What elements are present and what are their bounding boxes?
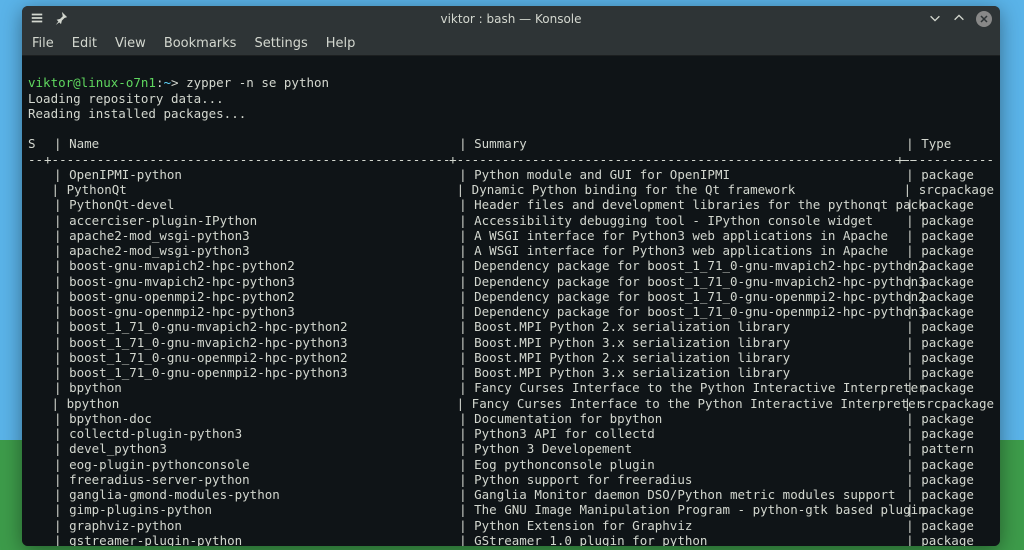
package-table: S | Name | Summary | Type--+------------… (28, 136, 994, 546)
menu-file[interactable]: File (32, 36, 54, 51)
window-title: viktor : bash — Konsole (22, 12, 1000, 26)
table-row: | gimp-plugins-python | The GNU Image Ma… (28, 502, 994, 517)
table-row: | OpenIPMI-python | Python module and GU… (28, 167, 994, 182)
table-row: | gstreamer-plugin-python | GStreamer 1.… (28, 533, 994, 546)
menu-bookmarks[interactable]: Bookmarks (164, 36, 237, 51)
table-row: | boost_1_71_0-gnu-mvapich2-hpc-python3 … (28, 335, 994, 350)
menu-settings[interactable]: Settings (254, 36, 307, 51)
app-menu-icon[interactable] (30, 11, 44, 28)
table-row: | ganglia-gmond-modules-python | Ganglia… (28, 487, 994, 502)
prompt-line: viktor@linux-o7n1:~> zypper -n se python (28, 75, 329, 90)
maximize-button[interactable] (952, 11, 966, 28)
table-row: | boost-gnu-mvapich2-hpc-python3 | Depen… (28, 274, 994, 289)
table-row: | boost_1_71_0-gnu-openmpi2-hpc-python2 … (28, 350, 994, 365)
table-row: | boost-gnu-openmpi2-hpc-python2 | Depen… (28, 289, 994, 304)
table-row: | collectd-plugin-python3 | Python3 API … (28, 426, 994, 441)
status-line: Reading installed packages... (28, 106, 246, 121)
minimize-button[interactable] (928, 11, 942, 28)
table-row: | eog-plugin-pythonconsole | Eog pythonc… (28, 457, 994, 472)
table-row: | graphviz-python | Python Extension for… (28, 518, 994, 533)
konsole-window: viktor : bash — Konsole File Edit View B… (22, 6, 1000, 546)
prompt-symbol: > (171, 75, 179, 90)
table-header: S | Name | Summary | Type (28, 136, 994, 151)
status-line: Loading repository data... (28, 91, 224, 106)
prompt-path: ~ (163, 75, 171, 90)
titlebar[interactable]: viktor : bash — Konsole (22, 6, 1000, 32)
table-row: | bpython | Fancy Curses Interface to th… (28, 396, 994, 411)
table-row: | apache2-mod_wsgi-python3 | A WSGI inte… (28, 243, 994, 258)
terminal-output[interactable]: viktor@linux-o7n1:~> zypper -n se python… (22, 56, 1000, 546)
table-row: | boost_1_71_0-gnu-mvapich2-hpc-python2 … (28, 319, 994, 334)
window-controls (928, 11, 992, 28)
menu-edit[interactable]: Edit (72, 36, 97, 51)
table-row: | devel_python3 | Python 3 Developement … (28, 441, 994, 456)
menu-view[interactable]: View (115, 36, 146, 51)
titlebar-left-icons (30, 11, 68, 28)
table-row: | boost-gnu-mvapich2-hpc-python2 | Depen… (28, 258, 994, 273)
table-row: | PythonQt-devel | Header files and deve… (28, 197, 994, 212)
pin-icon[interactable] (54, 11, 68, 28)
menu-help[interactable]: Help (326, 36, 356, 51)
table-separator: --+-------------------------------------… (28, 152, 994, 167)
table-row: | PythonQt | Dynamic Python binding for … (28, 182, 994, 197)
prompt-command: zypper -n se python (186, 75, 329, 90)
table-row: | apache2-mod_wsgi-python3 | A WSGI inte… (28, 228, 994, 243)
table-row: | freeradius-server-python | Python supp… (28, 472, 994, 487)
prompt-user-host: viktor@linux-o7n1 (28, 75, 156, 90)
table-row: | bpython | Fancy Curses Interface to th… (28, 380, 994, 395)
close-button[interactable] (976, 11, 992, 27)
menubar: File Edit View Bookmarks Settings Help (22, 32, 1000, 56)
table-row: | boost-gnu-openmpi2-hpc-python3 | Depen… (28, 304, 994, 319)
table-row: | accerciser-plugin-IPython | Accessibil… (28, 213, 994, 228)
table-row: | boost_1_71_0-gnu-openmpi2-hpc-python3 … (28, 365, 994, 380)
table-row: | bpython-doc | Documentation for bpytho… (28, 411, 994, 426)
